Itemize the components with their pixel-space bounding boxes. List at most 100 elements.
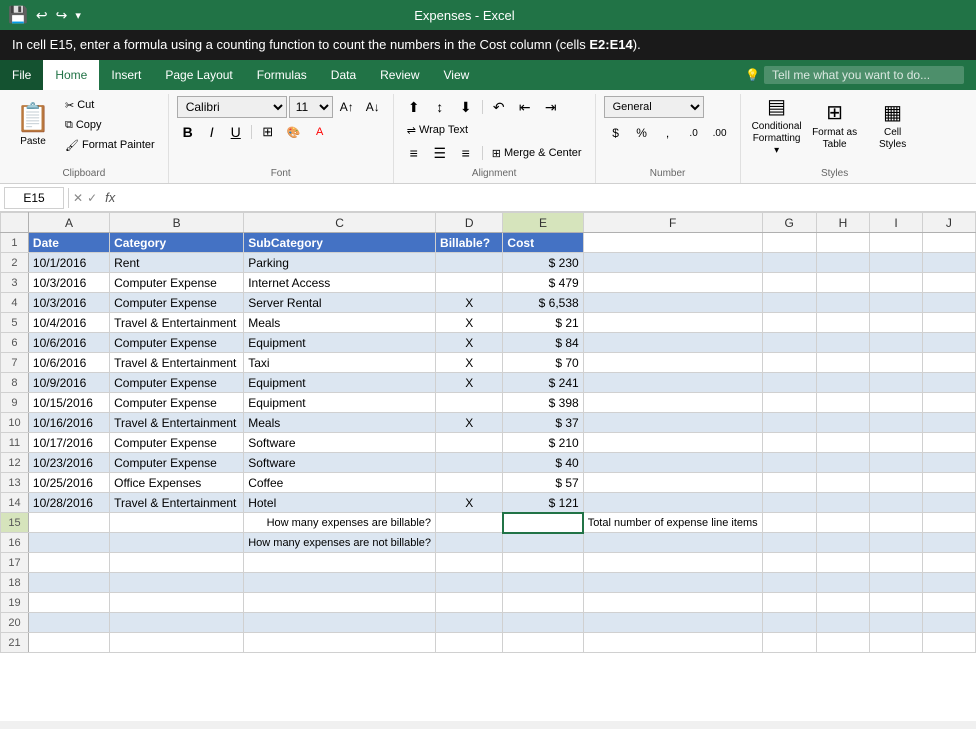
cell-F11[interactable] xyxy=(583,433,762,453)
comma-button[interactable]: , xyxy=(656,122,680,144)
cell-I5[interactable] xyxy=(870,313,922,333)
cell-D8[interactable]: X xyxy=(436,373,503,393)
cell-I3[interactable] xyxy=(870,273,922,293)
increase-decimal-button[interactable]: .00 xyxy=(708,122,732,144)
indent-decrease-button[interactable]: ⇤ xyxy=(513,96,537,118)
cell-E9[interactable]: $ 398 xyxy=(503,393,583,413)
col-header-G[interactable]: G xyxy=(762,213,816,233)
decrease-decimal-button[interactable]: .0 xyxy=(682,122,706,144)
cell-ref-input[interactable] xyxy=(4,187,64,209)
font-size-select[interactable]: 11 xyxy=(289,96,333,118)
cell-I11[interactable] xyxy=(870,433,922,453)
cell-A9[interactable]: 10/15/2016 xyxy=(28,393,109,413)
cell-E3[interactable]: $ 479 xyxy=(503,273,583,293)
cell-H12[interactable] xyxy=(816,453,870,473)
cell-A13[interactable]: 10/25/2016 xyxy=(28,473,109,493)
align-middle-button[interactable]: ↕ xyxy=(428,96,452,118)
align-center-button[interactable]: ☰ xyxy=(428,142,452,164)
redo-icon[interactable]: ↪ xyxy=(56,7,68,24)
bold-button[interactable]: B xyxy=(177,121,199,143)
cell-H2[interactable] xyxy=(816,253,870,273)
cell-E11[interactable]: $ 210 xyxy=(503,433,583,453)
cell-B8[interactable]: Computer Expense xyxy=(110,373,244,393)
cell-E7[interactable]: $ 70 xyxy=(503,353,583,373)
cell-G13[interactable] xyxy=(762,473,816,493)
cell-C9[interactable]: Equipment xyxy=(244,393,436,413)
cell-C2[interactable]: Parking xyxy=(244,253,436,273)
cell-I7[interactable] xyxy=(870,353,922,373)
cell-C11[interactable]: Software xyxy=(244,433,436,453)
percent-button[interactable]: % xyxy=(630,122,654,144)
cell-F2[interactable] xyxy=(583,253,762,273)
cell-G1[interactable] xyxy=(762,233,816,253)
cell-J13[interactable] xyxy=(922,473,975,493)
menu-formulas[interactable]: Formulas xyxy=(245,60,319,90)
cell-A6[interactable]: 10/6/2016 xyxy=(28,333,109,353)
font-name-select[interactable]: Calibri xyxy=(177,96,287,118)
cell-B9[interactable]: Computer Expense xyxy=(110,393,244,413)
cell-E15[interactable] xyxy=(503,513,583,533)
cell-B3[interactable]: Computer Expense xyxy=(110,273,244,293)
col-header-F[interactable]: F xyxy=(583,213,762,233)
text-direction-button[interactable]: ↶ xyxy=(487,96,511,118)
format-painter-button[interactable]: 🖌 Format Painter xyxy=(60,136,160,154)
cell-F4[interactable] xyxy=(583,293,762,313)
cell-F14[interactable] xyxy=(583,493,762,513)
cell-F3[interactable] xyxy=(583,273,762,293)
cell-A12[interactable]: 10/23/2016 xyxy=(28,453,109,473)
cell-A1[interactable]: Date xyxy=(28,233,109,253)
cell-I9[interactable] xyxy=(870,393,922,413)
copy-button[interactable]: ⧉ Copy xyxy=(60,116,160,134)
cell-C14[interactable]: Hotel xyxy=(244,493,436,513)
col-header-D[interactable]: D xyxy=(436,213,503,233)
cell-A7[interactable]: 10/6/2016 xyxy=(28,353,109,373)
cell-D9[interactable] xyxy=(436,393,503,413)
cell-J16[interactable] xyxy=(922,533,975,553)
cell-I16[interactable] xyxy=(870,533,922,553)
cell-C8[interactable]: Equipment xyxy=(244,373,436,393)
cell-E5[interactable]: $ 21 xyxy=(503,313,583,333)
menu-insert[interactable]: Insert xyxy=(99,60,153,90)
increase-font-button[interactable]: A↑ xyxy=(335,96,359,118)
font-color-button[interactable]: A xyxy=(308,121,332,143)
cell-I12[interactable] xyxy=(870,453,922,473)
cell-C16[interactable]: How many expenses are not billable? xyxy=(244,533,436,553)
cell-G2[interactable] xyxy=(762,253,816,273)
cell-J14[interactable] xyxy=(922,493,975,513)
cell-C7[interactable]: Taxi xyxy=(244,353,436,373)
cell-D12[interactable] xyxy=(436,453,503,473)
menu-home[interactable]: Home xyxy=(43,60,99,90)
cell-B13[interactable]: Office Expenses xyxy=(110,473,244,493)
cell-F1[interactable] xyxy=(583,233,762,253)
cell-J7[interactable] xyxy=(922,353,975,373)
cell-F15[interactable]: Total number of expense line items xyxy=(583,513,762,533)
align-left-button[interactable]: ≡ xyxy=(402,142,426,164)
align-top-button[interactable]: ⬆ xyxy=(402,96,426,118)
cell-A8[interactable]: 10/9/2016 xyxy=(28,373,109,393)
tell-me-input[interactable] xyxy=(764,66,964,84)
cell-F8[interactable] xyxy=(583,373,762,393)
menu-file[interactable]: File xyxy=(0,60,43,90)
formula-input[interactable] xyxy=(123,191,972,205)
cell-I14[interactable] xyxy=(870,493,922,513)
cell-A16[interactable] xyxy=(28,533,109,553)
cell-H10[interactable] xyxy=(816,413,870,433)
more-commands-icon[interactable]: ▾ xyxy=(75,9,81,22)
cell-E8[interactable]: $ 241 xyxy=(503,373,583,393)
cell-J1[interactable] xyxy=(922,233,975,253)
cell-A4[interactable]: 10/3/2016 xyxy=(28,293,109,313)
cell-C5[interactable]: Meals xyxy=(244,313,436,333)
cell-F9[interactable] xyxy=(583,393,762,413)
cell-D6[interactable]: X xyxy=(436,333,503,353)
underline-button[interactable]: U xyxy=(225,121,247,143)
cell-E1[interactable]: Cost xyxy=(503,233,583,253)
conditional-formatting-button[interactable]: ▤ ConditionalFormatting ▾ xyxy=(749,96,805,154)
cell-H13[interactable] xyxy=(816,473,870,493)
cell-I15[interactable] xyxy=(870,513,922,533)
cell-D10[interactable]: X xyxy=(436,413,503,433)
cell-B10[interactable]: Travel & Entertainment xyxy=(110,413,244,433)
cell-J8[interactable] xyxy=(922,373,975,393)
cell-G5[interactable] xyxy=(762,313,816,333)
cell-E10[interactable]: $ 37 xyxy=(503,413,583,433)
cell-B14[interactable]: Travel & Entertainment xyxy=(110,493,244,513)
